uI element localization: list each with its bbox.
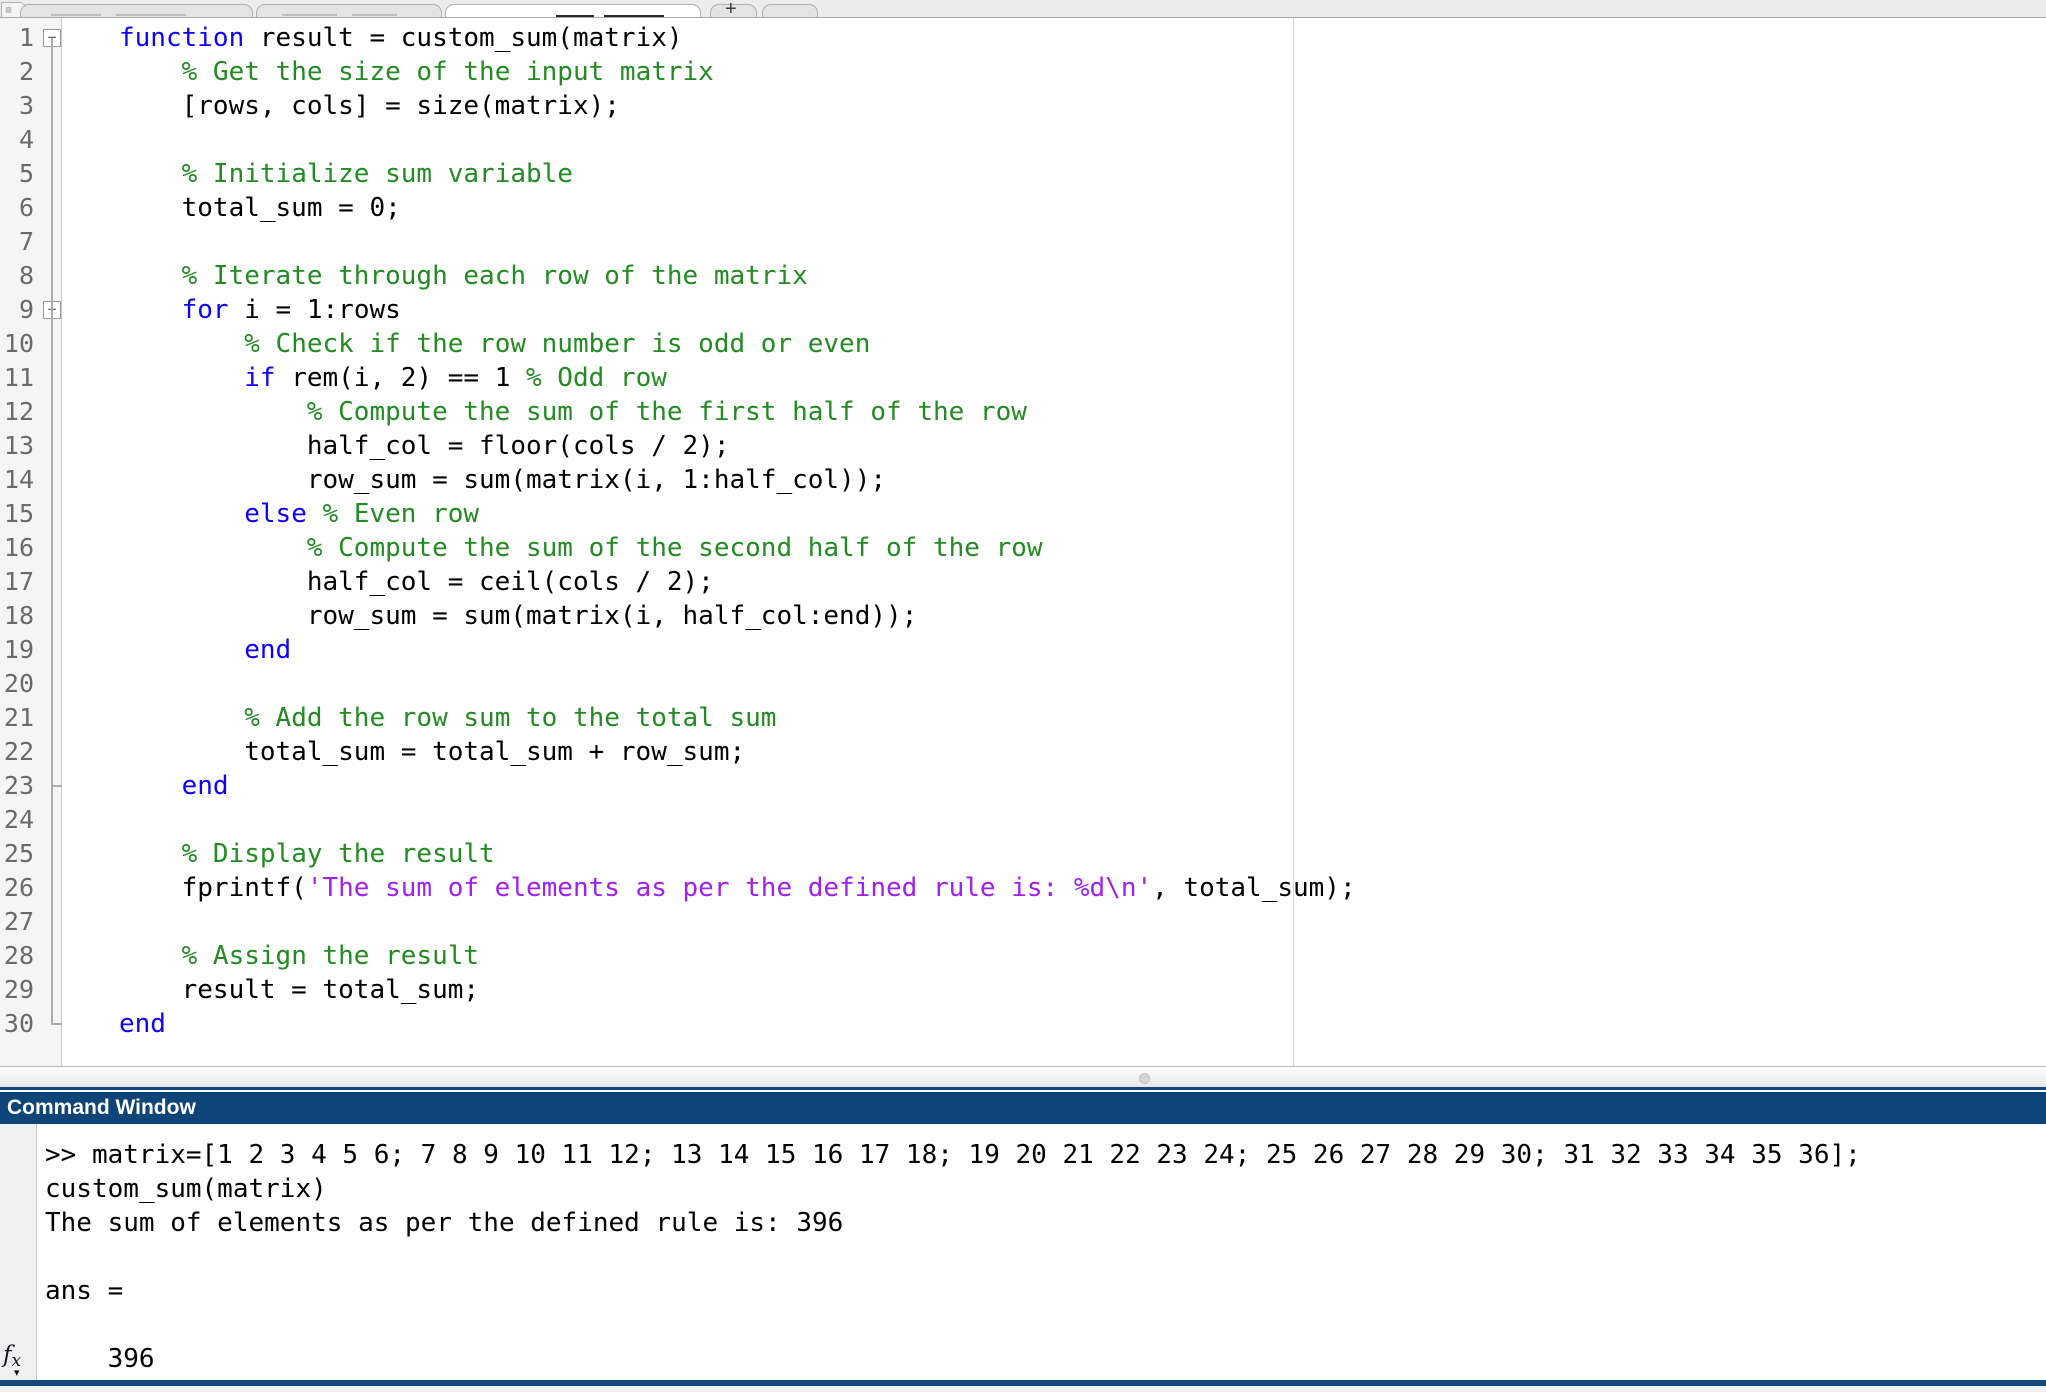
command-window-body[interactable]: fx ▾ >> matrix=[1 2 3 4 5 6; 7 8 9 10 11…	[0, 1124, 2046, 1380]
code-line: % Check if the row number is odd or even	[244, 329, 871, 359]
code-editor-pane: 1 2 3 4 5 6 7 8 9 10 11 12 13 14 15 16 1…	[0, 18, 2046, 1066]
code-line: % Compute the sum of the first half of t…	[306, 397, 1027, 427]
clipped-tab-text	[556, 15, 594, 17]
fx-button[interactable]: fx ▾	[3, 1342, 35, 1379]
document-tab-active[interactable]	[445, 4, 701, 17]
code-line: half_col = ceil(cols / 2);	[119, 567, 714, 597]
code-line: total_sum = 0;	[119, 193, 401, 223]
code-line: % Add the row sum to the total sum	[244, 703, 777, 733]
clipped-tab-text	[352, 14, 397, 16]
command-window-titlebar: Command Window	[0, 1092, 2046, 1124]
command-window-title: Command Window	[7, 1096, 196, 1119]
fold-scope-line	[51, 38, 53, 1024]
new-tab-button[interactable]: +	[710, 0, 757, 17]
document-tab[interactable]	[20, 4, 253, 17]
code-line: row_sum = sum(matrix(i, half_col:end));	[119, 601, 918, 631]
code-line: % Assign the result	[181, 941, 480, 971]
line-number-gutter: 1 2 3 4 5 6 7 8 9 10 11 12 13 14 15 16 1…	[0, 18, 62, 1066]
code-line: row_sum = sum(matrix(i, 1:half_col));	[119, 465, 887, 495]
command-window-gutter: fx ▾	[0, 1124, 37, 1380]
code-line: else % Even row	[244, 499, 480, 529]
plus-icon: +	[725, 0, 737, 18]
code-line: % Compute the sum of the second half of …	[306, 533, 1043, 563]
document-tab-bar: ≡ +	[0, 0, 2046, 18]
panel-splitter[interactable]	[0, 1066, 2046, 1087]
code-line: result = total_sum;	[119, 975, 480, 1005]
code-line: for i = 1:rows	[181, 295, 401, 325]
fx-icon: fx	[3, 1342, 22, 1371]
command-window-text: >> matrix=[1 2 3 4 5 6; 7 8 9 10 11 12; …	[45, 1140, 1861, 1374]
bottom-edge-strip	[0, 1386, 2046, 1392]
code-line: % Initialize sum variable	[181, 159, 573, 189]
code-line: end	[181, 771, 229, 801]
code-line: [rows, cols] = size(matrix);	[119, 91, 620, 121]
code-line: if rem(i, 2) == 1 % Odd row	[244, 363, 667, 393]
code-line: % Iterate through each row of the matrix	[181, 261, 808, 291]
matlab-ide-window: ≡ + 1 2 3 4 5 6 7 8 9 10 11 12 13 14 15 …	[0, 0, 2046, 1392]
clipped-tab-text	[604, 15, 664, 17]
code-line: total_sum = total_sum + row_sum;	[119, 737, 746, 767]
clipped-tab-text	[282, 14, 337, 16]
code-line: fprintf('The sum of elements as per the …	[119, 873, 1356, 903]
code-line: end	[244, 635, 292, 665]
splitter-handle-icon	[1139, 1073, 1150, 1084]
code-line: % Get the size of the input matrix	[181, 57, 714, 87]
clipped-tab-text	[116, 14, 186, 16]
code-line: function result = custom_sum(matrix)	[119, 23, 683, 53]
document-tab[interactable]	[762, 4, 818, 17]
document-tab[interactable]	[256, 4, 442, 17]
clipped-tab-text	[51, 14, 101, 16]
line-numbers: 1 2 3 4 5 6 7 8 9 10 11 12 13 14 15 16 1…	[3, 23, 34, 1038]
code-text-area[interactable]: function result = custom_sum(matrix) % G…	[63, 18, 2046, 1066]
code-line: % Display the result	[181, 839, 495, 869]
code-line: half_col = floor(cols / 2);	[119, 431, 730, 461]
code-line: end	[119, 1009, 166, 1039]
chevron-down-icon: ▾	[14, 1367, 20, 1379]
